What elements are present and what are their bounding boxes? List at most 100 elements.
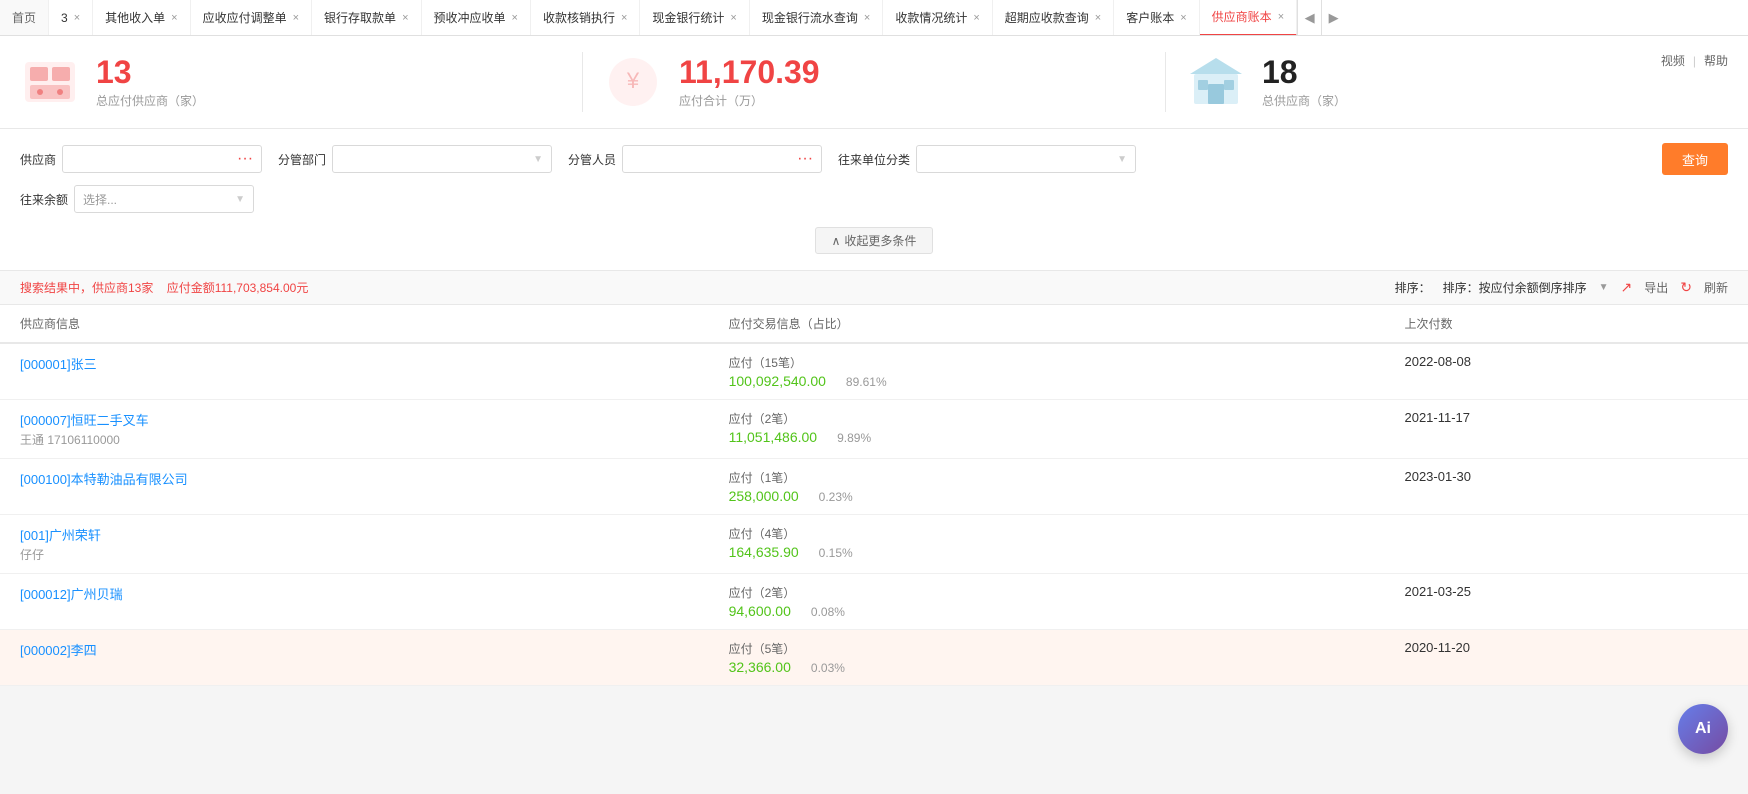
close-icon-other-income[interactable]: × [171, 12, 177, 24]
result-amount: 应付金额111,703,854.00元 [167, 281, 309, 295]
percent-4: 0.08% [811, 605, 845, 619]
th-transaction: 应付交易信息（占比） [709, 305, 1385, 343]
close-icon-overdue[interactable]: × [1095, 12, 1101, 24]
stats-area: 13 总应付供应商（家） ¥ 11,170.39 应付合计（万） [0, 36, 1748, 129]
nav-item-other-income[interactable]: 其他收入单 × [93, 0, 190, 36]
nav-item-home[interactable]: 首页 [0, 0, 49, 36]
nav-item-adjustment[interactable]: 应收应付调整单 × [191, 0, 312, 36]
ai-fab-button[interactable]: Ai [1678, 704, 1728, 754]
nav-label-supplier-book: 供应商账本 [1212, 8, 1272, 25]
nav-item-bank[interactable]: 银行存取款单 × [312, 0, 421, 36]
amount-value-4[interactable]: 94,600.00 [729, 603, 791, 619]
dept-label: 分管部门 [278, 151, 326, 168]
close-icon-advance[interactable]: × [512, 12, 518, 24]
supplier-label: 供应商 [20, 151, 56, 168]
close-icon-2[interactable]: × [74, 12, 80, 24]
dept-select[interactable]: ▼ [332, 145, 552, 173]
help-link[interactable]: 帮助 [1704, 52, 1728, 69]
close-icon-customer-book[interactable]: × [1180, 12, 1186, 24]
amount-value-3[interactable]: 164,635.90 [729, 544, 799, 560]
supplier-cell-2: [000100]本特勒油品有限公司 [0, 459, 709, 515]
svg-text:¥: ¥ [626, 68, 640, 93]
supplier-link-4[interactable]: [000012]广州贝瑞 [20, 587, 123, 602]
supplier-link-5[interactable]: [000002]李四 [20, 643, 97, 658]
amount-value-0[interactable]: 100,092,540.00 [729, 373, 826, 389]
person-label: 分管人员 [568, 151, 616, 168]
table-row: [000007]恒旺二手叉车王通 17106110000 应付（2笔） 11,051… [0, 400, 1748, 459]
supplier-input[interactable]: ··· [62, 145, 262, 173]
nav-bar: 首页 3 × 其他收入单 × 应收应付调整单 × 银行存取款单 × 预收冲应收单… [0, 0, 1748, 36]
person-input[interactable]: ··· [622, 145, 822, 173]
nav-arrow-left[interactable]: ◀ [1297, 0, 1321, 36]
last-pay-cell-5: 2020-11-20 [1384, 630, 1748, 686]
table-row: [000002]李四应付（5笔）32,366.000.03%2020-11-20 [0, 630, 1748, 686]
nav-item-overdue[interactable]: 超期应收款查询 × [993, 0, 1114, 36]
nav-item-collection[interactable]: 收款核销执行 × [531, 0, 640, 36]
close-icon-coll-stat[interactable]: × [973, 12, 979, 24]
stat-label-3: 总供应商（家） [1262, 92, 1346, 109]
nav-item-tab2[interactable]: 3 × [49, 0, 93, 36]
category-select[interactable]: ▼ [916, 145, 1136, 173]
supplier-sub-1: 王通 17106110000 [20, 431, 689, 448]
video-link[interactable]: 视频 [1661, 52, 1685, 69]
nav-item-supplier-book[interactable]: 供应商账本 × [1200, 0, 1297, 36]
close-icon-cash-flow[interactable]: × [864, 12, 870, 24]
supplier-cell-0: [000001]张三 [0, 343, 709, 400]
close-icon-bank[interactable]: × [402, 12, 408, 24]
amount-value-5[interactable]: 32,366.00 [729, 659, 791, 675]
filter-dept: 分管部门 ▼ [278, 145, 552, 173]
pay-label-1: 应付（2笔） [729, 410, 1365, 427]
refresh-button[interactable]: 刷新 [1704, 279, 1728, 296]
nav-label-advance: 预收冲应收单 [434, 9, 506, 26]
filter-balance: 往来余额 选择... ▼ [20, 185, 254, 213]
close-icon-collection[interactable]: × [621, 12, 627, 24]
pay-label-0: 应付（15笔） [729, 354, 1365, 371]
stat-value-2: 11,170.39 [679, 56, 820, 88]
supplier-link-1[interactable]: [000007]恒旺二手叉车 [20, 413, 149, 428]
percent-2: 0.23% [819, 490, 853, 504]
nav-arrow-right[interactable]: ▶ [1321, 0, 1345, 36]
nav-item-collection-stat[interactable]: 收款情况统计 × [883, 0, 992, 36]
transaction-cell-3: 应付（4笔）164,635.900.15% [709, 515, 1385, 574]
store-icon [1186, 52, 1246, 112]
pay-label-3: 应付（4笔） [729, 525, 1365, 542]
collapse-button[interactable]: ∧ 收起更多条件 [815, 227, 934, 254]
person-dots-icon: ··· [797, 150, 813, 168]
amount-value-1[interactable]: 11,051,486.00 [729, 429, 818, 445]
nav-item-cash-stat[interactable]: 现金银行统计 × [640, 0, 749, 36]
pay-label-4: 应付（2笔） [729, 584, 1365, 601]
balance-select[interactable]: 选择... ▼ [74, 185, 254, 213]
query-button[interactable]: 查询 [1662, 143, 1728, 175]
nav-item-customer-book[interactable]: 客户账本 × [1114, 0, 1199, 36]
supplier-sub-3: 仔仔 [20, 546, 689, 563]
table-row: [000012]广州贝瑞应付（2笔）94,600.000.08%2021-03-… [0, 574, 1748, 630]
supplier-table: 供应商信息 应付交易信息（占比） 上次付数 [000001]张三应付（15笔）1… [0, 305, 1748, 686]
filter-row-1: 供应商 ··· 分管部门 ▼ 分管人员 ··· 往来单位分类 [20, 143, 1728, 175]
th-last-pay: 上次付数 [1384, 305, 1748, 343]
supplier-cell-4: [000012]广州贝瑞 [0, 574, 709, 630]
nav-label-2: 3 [61, 11, 68, 25]
balance-label: 往来余额 [20, 191, 68, 208]
nav-item-advance[interactable]: 预收冲应收单 × [422, 0, 531, 36]
category-arrow-icon: ▼ [1117, 154, 1127, 165]
supplier-link-0[interactable]: [000001]张三 [20, 357, 97, 372]
nav-label-other-income: 其他收入单 [105, 9, 165, 26]
nav-label-adjustment: 应收应付调整单 [203, 9, 287, 26]
close-icon-adjustment[interactable]: × [293, 12, 299, 24]
stat-text-2: 11,170.39 应付合计（万） [679, 56, 820, 109]
sort-value[interactable]: 排序：按应付余额倒序排序 [1443, 279, 1587, 296]
nav-label-bank: 银行存取款单 [324, 9, 396, 26]
transaction-cell-1: 应付（2笔）11,051,486.009.89% [709, 400, 1385, 459]
supplier-link-2[interactable]: [000100]本特勒油品有限公司 [20, 472, 188, 487]
amount-value-2[interactable]: 258,000.00 [729, 488, 799, 504]
filter-supplier: 供应商 ··· [20, 145, 262, 173]
nav-label-cash-stat: 现金银行统计 [652, 9, 724, 26]
close-icon-supplier-book[interactable]: × [1278, 11, 1284, 23]
export-button[interactable]: 导出 [1644, 279, 1668, 296]
close-icon-cash-stat[interactable]: × [730, 12, 736, 24]
supplier-link-3[interactable]: [001]广州荣轩 [20, 528, 101, 543]
refresh-icon: ↻ [1680, 279, 1692, 296]
nav-item-cash-flow[interactable]: 现金银行流水查询 × [750, 0, 883, 36]
stat-value-1: 13 [96, 56, 204, 88]
last-pay-cell-1: 2021-11-17 [1384, 400, 1748, 459]
